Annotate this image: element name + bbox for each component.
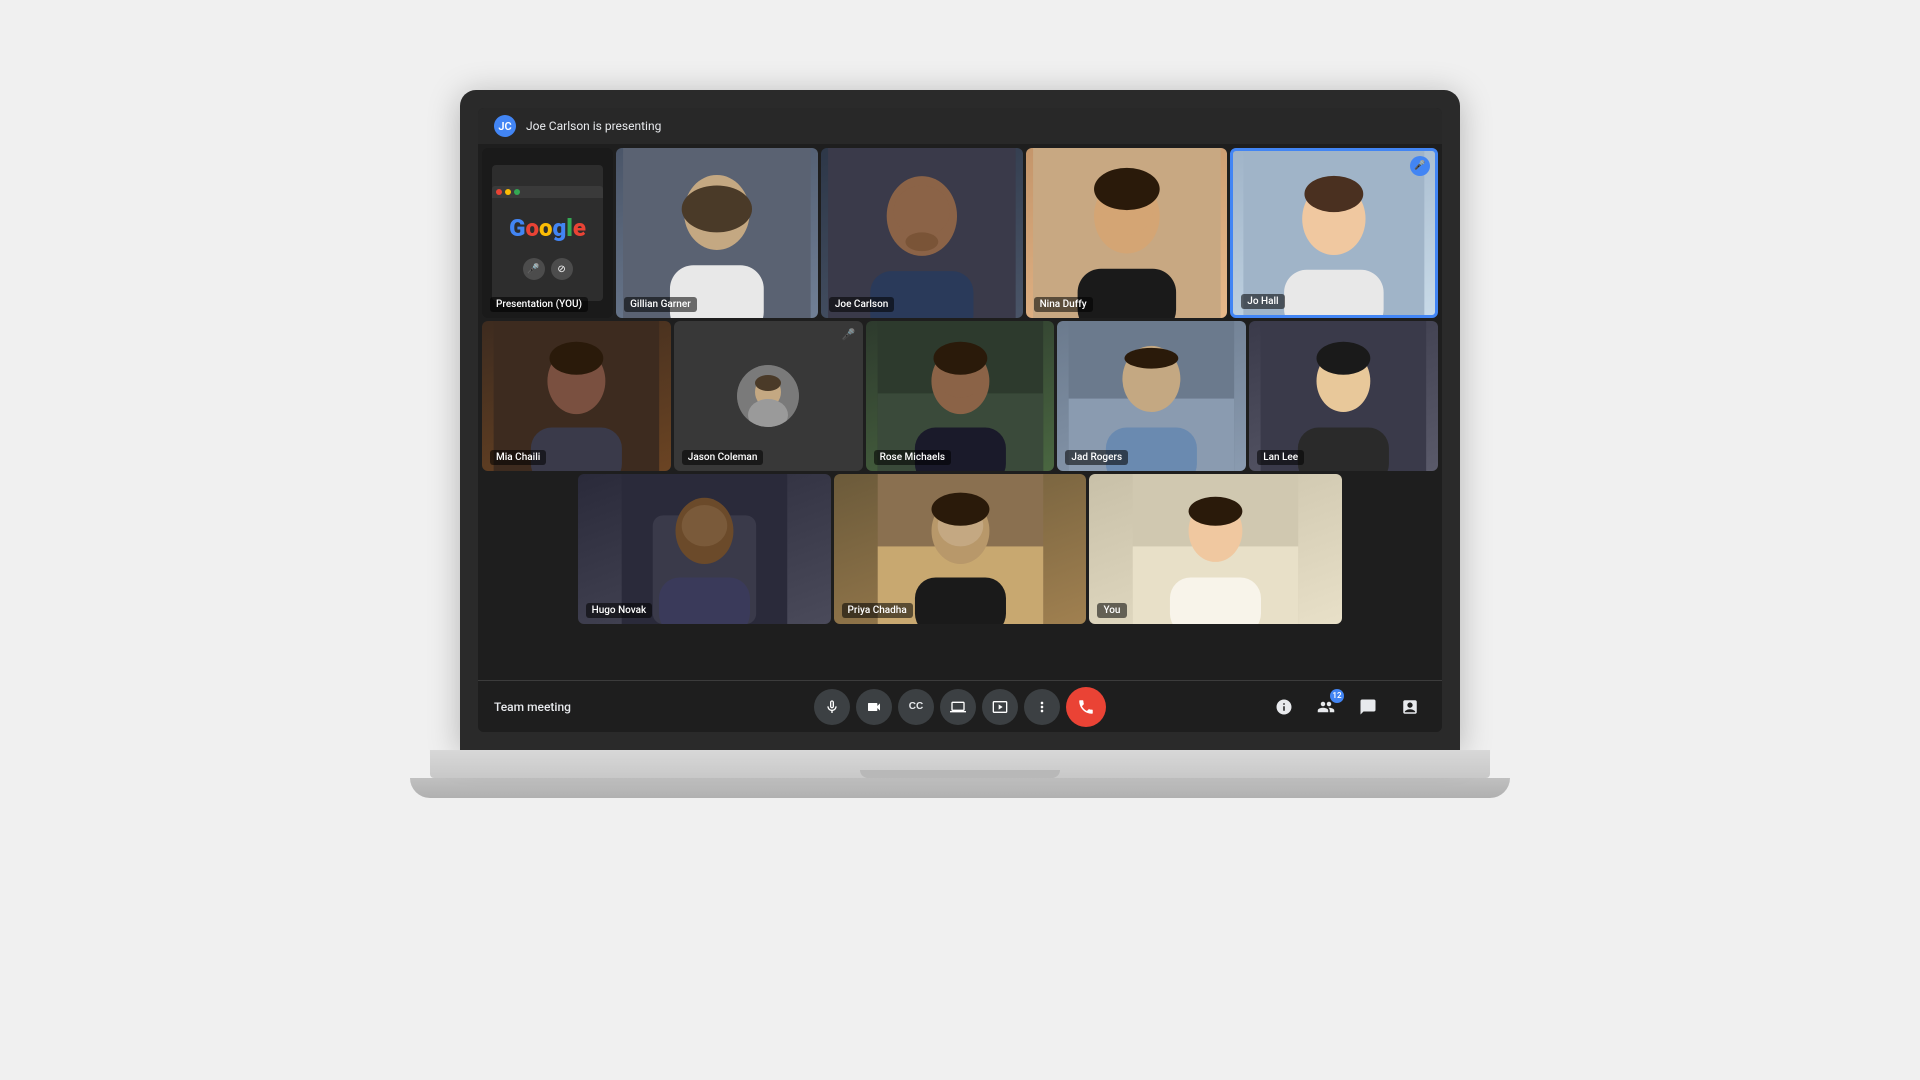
jason-name: Jason Coleman: [682, 450, 764, 465]
hugo-photo: [578, 474, 831, 624]
rose-photo: [866, 321, 1055, 471]
share-screen-button[interactable]: [940, 689, 976, 725]
participant-cell-jad[interactable]: Jad Rogers: [1057, 321, 1246, 471]
toolbar-left: Team meeting: [494, 700, 571, 714]
gillian-name: Gillian Garner: [624, 297, 697, 312]
jason-mute-icon: 🎤: [842, 328, 856, 341]
nina-photo: [1026, 148, 1228, 318]
jad-name: Jad Rogers: [1065, 450, 1128, 465]
hugo-name: Hugo Novak: [586, 603, 653, 618]
mia-name: Mia Chaili: [490, 450, 546, 465]
rose-name: Rose Michaels: [874, 450, 951, 465]
priya-name: Priya Chadha: [842, 603, 913, 618]
participant-cell-jo[interactable]: 🎤 Jo Hall: [1230, 148, 1438, 318]
laptop-base: [430, 750, 1490, 778]
meeting-name: Team meeting: [494, 700, 571, 714]
toolbar: Team meeting CC: [478, 680, 1442, 732]
window-chrome: [492, 186, 603, 198]
activities-button[interactable]: [1394, 691, 1426, 723]
you-name: You: [1097, 603, 1126, 618]
pres-stop-btn[interactable]: ⊘: [551, 258, 573, 280]
participant-cell-you[interactable]: You: [1089, 474, 1342, 624]
participant-cell-hugo[interactable]: Hugo Novak: [578, 474, 831, 624]
jason-avatar: [737, 365, 799, 427]
pres-mic-btn[interactable]: 🎤: [523, 258, 545, 280]
gillian-photo: [616, 148, 818, 318]
priya-photo: [834, 474, 1087, 624]
grid-row-2: Mia Chaili: [482, 321, 1438, 471]
presentation-content: G o o g l e 🎤 ⊘: [492, 165, 603, 301]
laptop-bottom: [410, 778, 1510, 798]
participant-cell-mia[interactable]: Mia Chaili: [482, 321, 671, 471]
jo-photo: [1233, 151, 1435, 315]
captions-button[interactable]: CC: [898, 689, 934, 725]
participant-count: 12: [1330, 689, 1344, 703]
present-button[interactable]: [982, 689, 1018, 725]
presenter-bar: JC Joe Carlson is presenting: [478, 108, 1442, 144]
you-photo: [1089, 474, 1342, 624]
presenter-label: Joe Carlson is presenting: [526, 119, 661, 133]
jason-avatar-wrapper: [674, 321, 863, 471]
nina-name: Nina Duffy: [1034, 297, 1093, 312]
lan-photo: [1249, 321, 1438, 471]
jo-name: Jo Hall: [1241, 294, 1284, 309]
presentation-label: Presentation (YOU): [490, 297, 588, 312]
mic-button[interactable]: [814, 689, 850, 725]
participant-cell-nina[interactable]: Nina Duffy: [1026, 148, 1228, 318]
chat-button[interactable]: [1352, 691, 1384, 723]
mia-photo: [482, 321, 671, 471]
toolbar-center: CC: [814, 687, 1106, 727]
participants-button[interactable]: 12: [1310, 691, 1342, 723]
camera-button[interactable]: [856, 689, 892, 725]
screen-bezel: JC Joe Carlson is presenting: [460, 90, 1460, 750]
joe-name: Joe Carlson: [829, 297, 894, 312]
jad-photo: [1057, 321, 1246, 471]
speaking-indicator-jo: 🎤: [1410, 156, 1430, 176]
toolbar-right: 12: [1268, 691, 1426, 723]
more-options-button[interactable]: [1024, 689, 1060, 725]
participant-cell-lan[interactable]: Lan Lee: [1249, 321, 1438, 471]
presentation-cell[interactable]: G o o g l e 🎤 ⊘ P: [482, 148, 613, 318]
google-logo: G o o g l e: [501, 206, 594, 250]
end-call-button[interactable]: [1066, 687, 1106, 727]
grid-row-1: G o o g l e 🎤 ⊘ P: [482, 148, 1438, 318]
laptop-shell: JC Joe Carlson is presenting: [410, 90, 1510, 990]
video-grid: G o o g l e 🎤 ⊘ P: [478, 144, 1442, 680]
lan-name: Lan Lee: [1257, 450, 1304, 465]
meet-app: JC Joe Carlson is presenting: [478, 108, 1442, 732]
presentation-controls: 🎤 ⊘: [523, 258, 573, 280]
participant-cell-rose[interactable]: Rose Michaels: [866, 321, 1055, 471]
joe-photo: [821, 148, 1023, 318]
info-button[interactable]: [1268, 691, 1300, 723]
participant-cell-jason[interactable]: 🎤 Jason Coleman: [674, 321, 863, 471]
grid-row-3: Hugo Novak: [578, 474, 1343, 624]
participant-cell-joe[interactable]: Joe Carlson: [821, 148, 1023, 318]
presenter-avatar: JC: [494, 115, 516, 137]
participant-cell-gillian[interactable]: Gillian Garner: [616, 148, 818, 318]
participant-cell-priya[interactable]: Priya Chadha: [834, 474, 1087, 624]
